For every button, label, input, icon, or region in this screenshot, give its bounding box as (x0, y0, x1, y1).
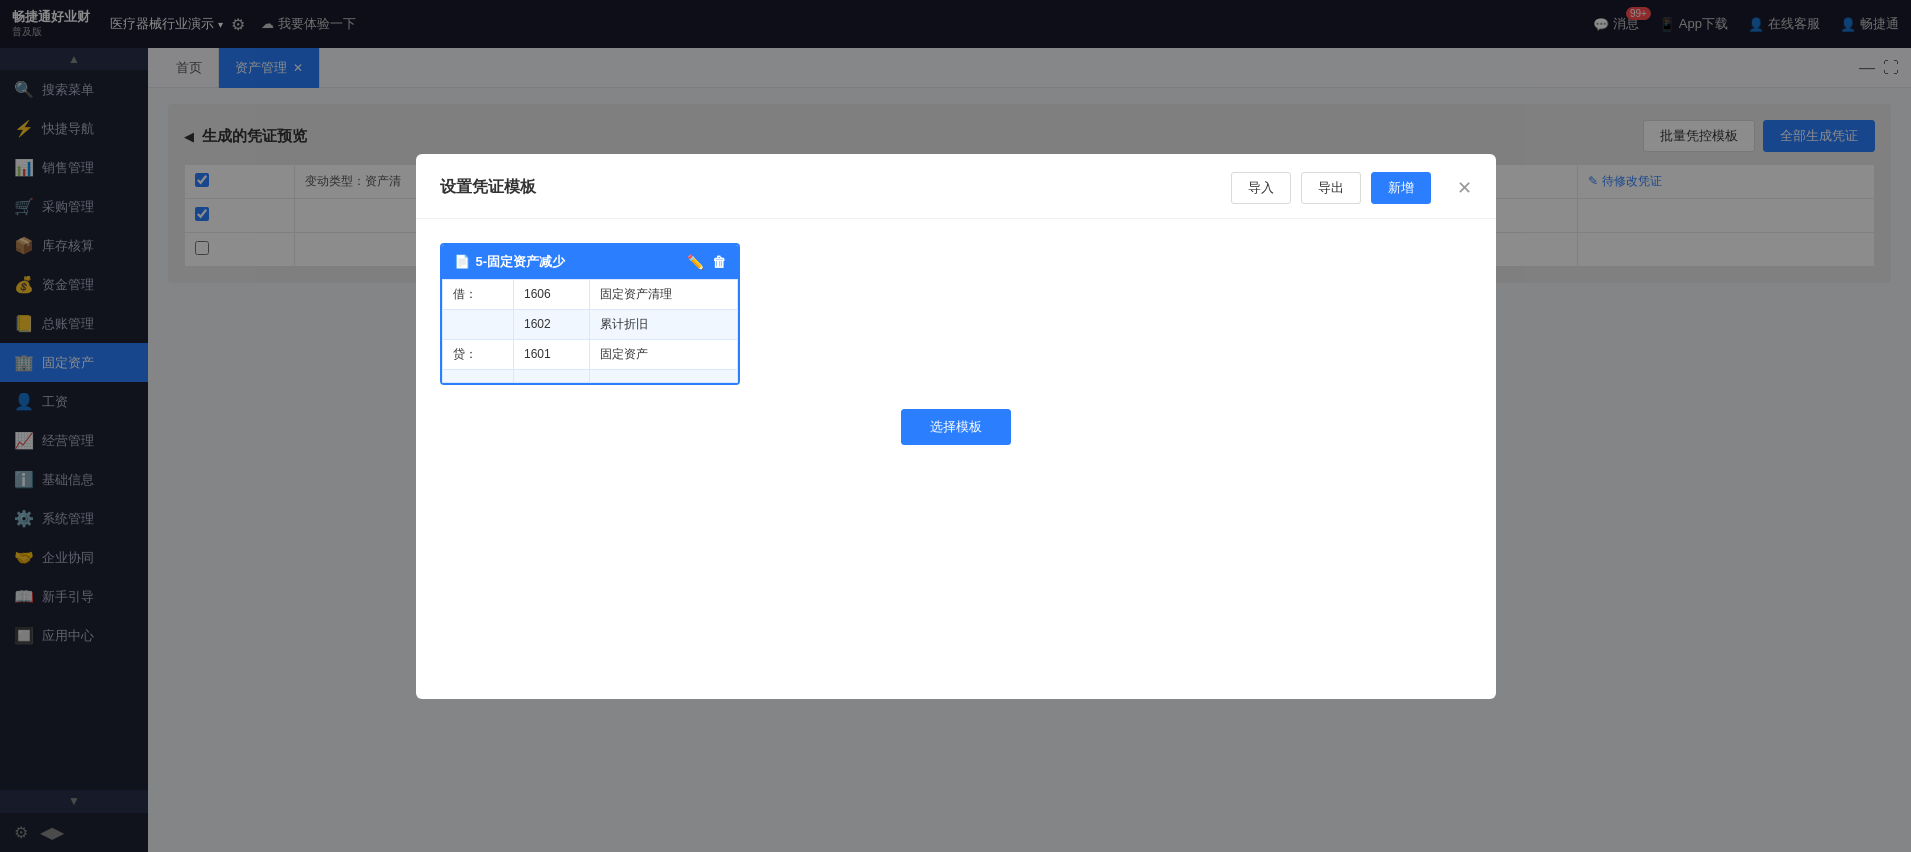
template-entry-row: 1602 累计折旧 (442, 309, 737, 339)
entry-code: 1606 (513, 279, 589, 309)
entry-type (442, 309, 513, 339)
template-doc-icon: 📄 (454, 254, 470, 269)
template-entry-row (442, 369, 737, 382)
entry-code: 1601 (513, 339, 589, 369)
template-card-body: 借： 1606 固定资产清理 1602 累计折旧 贷： (442, 279, 738, 383)
modal-title: 设置凭证模板 (440, 177, 536, 198)
entry-name (589, 369, 737, 382)
export-button[interactable]: 导出 (1301, 172, 1361, 204)
select-template-button[interactable]: 选择模板 (901, 409, 1011, 445)
close-icon[interactable]: ✕ (1457, 177, 1472, 199)
modal-header: 设置凭证模板 导入 导出 新增 ✕ (416, 154, 1496, 219)
modal-actions: 导入 导出 新增 ✕ (1231, 172, 1472, 204)
modal-overlay: 设置凭证模板 导入 导出 新增 ✕ 📄 5-固定资产减少 ✏️ � (0, 0, 1911, 852)
entry-type (442, 369, 513, 382)
template-entry-row: 借： 1606 固定资产清理 (442, 279, 737, 309)
edit-icon[interactable]: ✏️ (687, 254, 704, 270)
entry-code: 1602 (513, 309, 589, 339)
modal-body: 📄 5-固定资产减少 ✏️ 🗑 借： 1606 (416, 219, 1496, 699)
template-card-header-left: 📄 5-固定资产减少 (454, 253, 566, 271)
entry-type: 借： (442, 279, 513, 309)
entry-name: 累计折旧 (589, 309, 737, 339)
delete-icon[interactable]: 🗑 (712, 254, 726, 270)
entry-type: 贷： (442, 339, 513, 369)
new-button[interactable]: 新增 (1371, 172, 1431, 204)
template-card-header-right: ✏️ 🗑 (687, 254, 726, 270)
template-entries-table: 借： 1606 固定资产清理 1602 累计折旧 贷： (442, 279, 738, 383)
template-entry-row: 贷： 1601 固定资产 (442, 339, 737, 369)
import-button[interactable]: 导入 (1231, 172, 1291, 204)
entry-name: 固定资产清理 (589, 279, 737, 309)
set-template-modal: 设置凭证模板 导入 导出 新增 ✕ 📄 5-固定资产减少 ✏️ � (416, 154, 1496, 699)
template-name: 5-固定资产减少 (476, 253, 566, 271)
template-card: 📄 5-固定资产减少 ✏️ 🗑 借： 1606 (440, 243, 740, 385)
template-card-header: 📄 5-固定资产减少 ✏️ 🗑 (442, 245, 738, 279)
entry-name: 固定资产 (589, 339, 737, 369)
entry-code (513, 369, 589, 382)
